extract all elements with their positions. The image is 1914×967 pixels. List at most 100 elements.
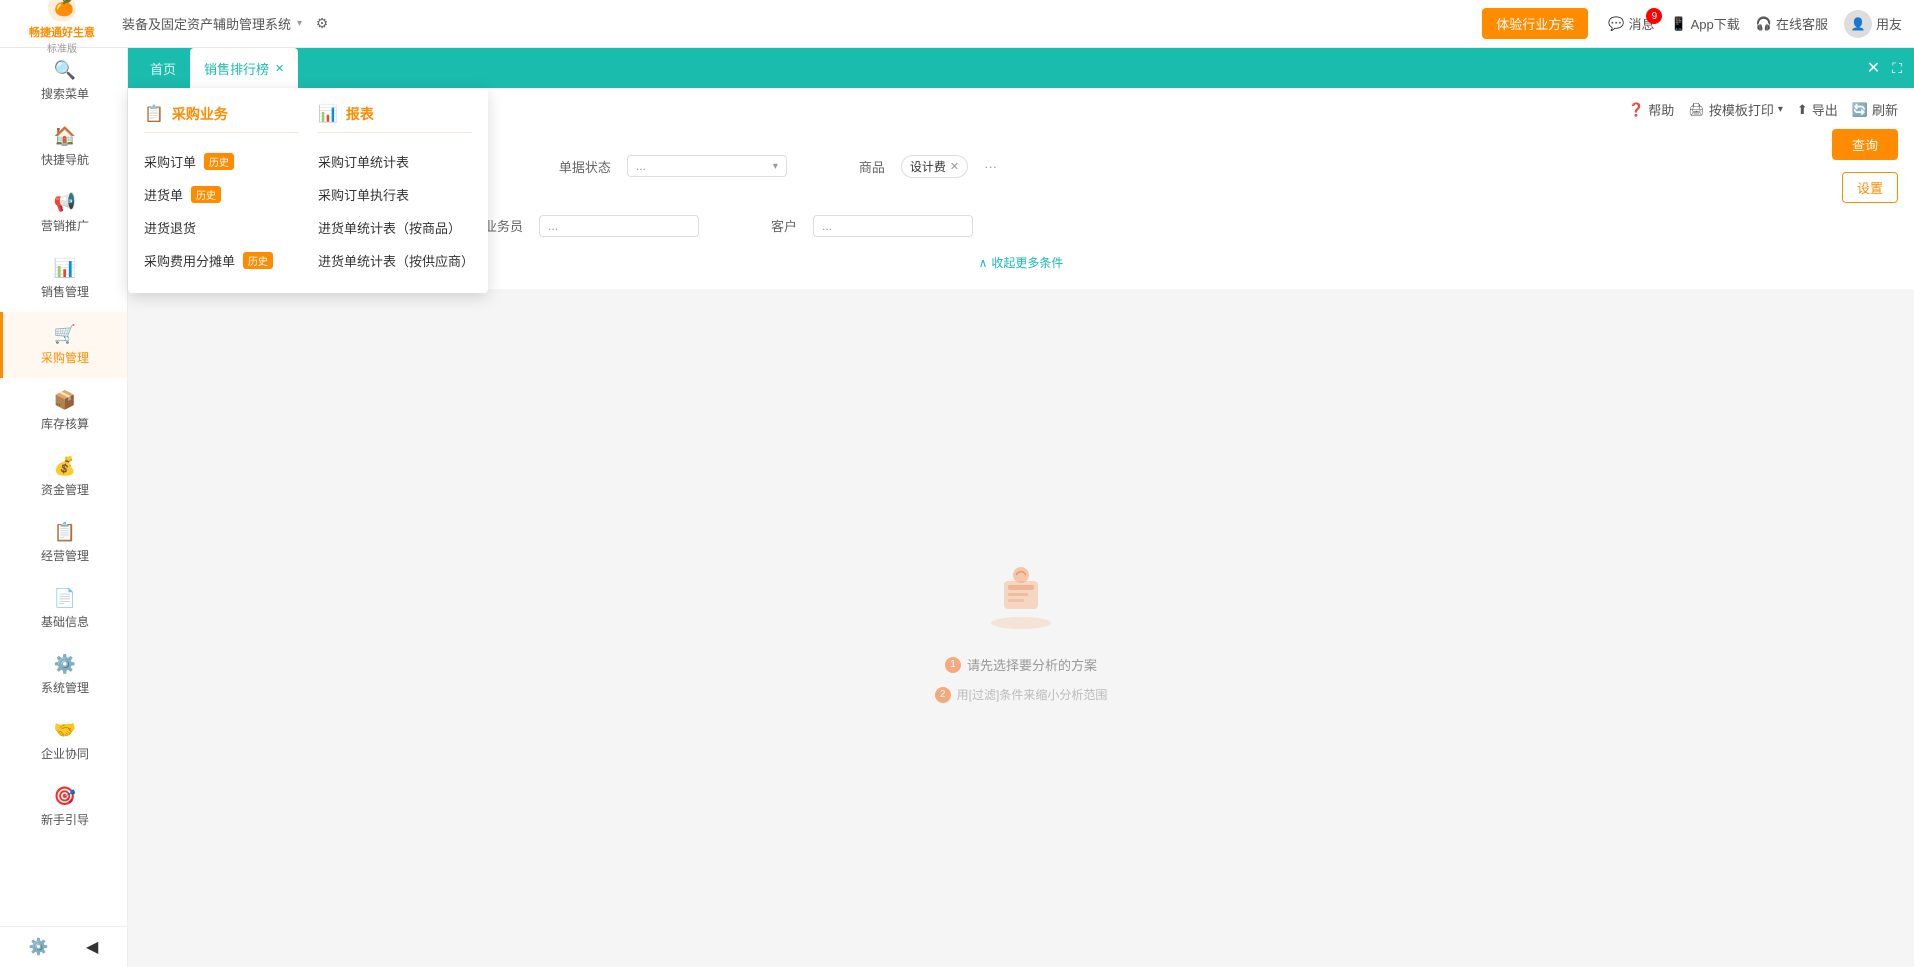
reports-title: 报表: [346, 104, 374, 124]
purchase-dropdown-menu: 📋 采购业务 采购订单 历史 进货单 历史 进货退货 采购费用分摊单 历史 📊: [128, 88, 488, 293]
system-icon: ⚙️: [54, 654, 76, 675]
top-bar: 🍊 畅捷通好生意 标准版 装备及固定资产辅助管理系统 ▾ ⚙ 体验行业方案 💬 …: [0, 0, 1914, 48]
sidebar-item-marketing[interactable]: 📢 营销推广: [0, 180, 127, 246]
collapse-label: 收起更多条件: [991, 254, 1063, 271]
tab-bar-close-btn[interactable]: ✕: [1859, 58, 1888, 78]
sidebar-label-search: 搜索菜单: [41, 85, 89, 102]
tab-sales-rank[interactable]: 销售排行榜 ✕: [190, 48, 298, 88]
sidebar-item-sales[interactable]: 📊 销售管理: [0, 246, 127, 312]
system-title-dropdown[interactable]: ▾: [297, 18, 302, 29]
sidebar-label-inventory: 库存核算: [41, 415, 89, 432]
inbound-return-label: 进货退货: [144, 218, 196, 237]
empty-tip1: 1 请先选择要分析的方案: [945, 655, 1097, 674]
sidebar-item-finance[interactable]: 💰 资金管理: [0, 444, 127, 510]
query-button[interactable]: 查询: [1832, 129, 1898, 160]
tip1-bullet: 1: [945, 657, 961, 673]
sidebar-label-basic-info: 基础信息: [41, 613, 89, 630]
menu-item-inbound-stats-by-supplier[interactable]: 进货单统计表（按供应商）: [318, 244, 472, 277]
purchase-fee-hist: 历史: [243, 252, 273, 269]
sidebar-label-sales: 销售管理: [41, 283, 89, 300]
operations-icon: 📋: [54, 522, 76, 543]
purchase-fee-label: 采购费用分摊单: [144, 251, 235, 270]
user-label: 用友: [1876, 14, 1902, 33]
goods-tag-value: 设计费: [910, 158, 946, 175]
sidebar-item-purchase[interactable]: 🛒 采购管理: [0, 312, 127, 378]
industry-btn[interactable]: 体验行业方案: [1482, 8, 1588, 39]
sales-icon: 📊: [54, 258, 76, 279]
sidebar-item-basic-info[interactable]: 📄 基础信息: [0, 576, 127, 642]
svg-text:🍊: 🍊: [54, 0, 75, 17]
tip1-text: 请先选择要分析的方案: [967, 655, 1097, 674]
sidebar-item-guide[interactable]: 🎯 新手引导: [0, 774, 127, 840]
goods-tag-close-icon[interactable]: ✕: [950, 160, 959, 173]
tab-bar-expand-btn[interactable]: ⛶: [1888, 60, 1906, 77]
app-download-btn[interactable]: 📱 App下载: [1670, 14, 1739, 33]
help-label: 帮助: [1648, 100, 1674, 119]
inbound-label: 进货单: [144, 185, 183, 204]
enterprise-icon: 🤝: [54, 720, 76, 741]
purchase-order-stats-label: 采购订单统计表: [318, 152, 409, 171]
sidebar-item-enterprise[interactable]: 🤝 企业协同: [0, 708, 127, 774]
app-download-label: App下载: [1691, 14, 1740, 33]
sidebar-label-finance: 资金管理: [41, 481, 89, 498]
message-badge: 9: [1646, 8, 1662, 24]
collapse-btn[interactable]: ∧ 收起更多条件: [973, 248, 1070, 277]
tab-close-icon[interactable]: ✕: [275, 62, 284, 75]
sidebar: 🔍 搜索菜单 🏠 快捷导航 📢 营销推广 📊 销售管理 🛒 采购管理 📦: [0, 48, 128, 967]
sidebar-item-search[interactable]: 🔍 搜索菜单: [0, 48, 127, 114]
print-label: 按模板打印: [1709, 100, 1774, 119]
goods-tag[interactable]: 设计费 ✕: [901, 155, 968, 178]
menu-item-inbound[interactable]: 进货单 历史: [144, 178, 298, 211]
purchase-icon: 🛒: [54, 324, 76, 345]
voucher-status-select[interactable]: ... ▾: [627, 155, 787, 177]
user-area[interactable]: 👤 用友: [1844, 10, 1902, 38]
inbound-stats-supplier-label: 进货单统计表（按供应商）: [318, 251, 472, 270]
help-btn[interactable]: ❓ 帮助: [1628, 100, 1674, 119]
headset-icon: 🎧: [1756, 16, 1772, 32]
online-service-btn[interactable]: 🎧 在线客服: [1756, 14, 1828, 33]
export-btn[interactable]: ⬆ 导出: [1797, 100, 1838, 119]
menu-item-purchase-order-stats[interactable]: 采购订单统计表: [318, 145, 472, 178]
system-settings-icon[interactable]: ⚙: [308, 10, 336, 38]
guide-icon: 🎯: [54, 786, 76, 807]
help-icon: ❓: [1628, 102, 1644, 118]
menu-item-inbound-stats-by-goods[interactable]: 进货单统计表（按商品）: [318, 211, 472, 244]
menu-item-inbound-return[interactable]: 进货退货: [144, 211, 298, 244]
search-icon: 🔍: [54, 60, 76, 81]
sidebar-label-enterprise: 企业协同: [41, 745, 89, 762]
message-btn[interactable]: 💬 消息 9: [1608, 14, 1654, 33]
sidebar-item-quick-nav[interactable]: 🏠 快捷导航: [0, 114, 127, 180]
logo-area: 🍊 畅捷通好生意 标准版: [12, 0, 112, 55]
sidebar-label-marketing: 营销推广: [41, 217, 89, 234]
online-service-label: 在线客服: [1776, 14, 1828, 33]
sidebar-collapse-icon[interactable]: ◀: [86, 937, 98, 957]
message-icon: 💬: [1608, 16, 1624, 32]
empty-illustration: [976, 553, 1066, 643]
print-btn[interactable]: 🖨 按模板打印 ▾: [1688, 100, 1783, 119]
voucher-status-placeholder: ...: [636, 159, 773, 173]
export-icon: ⬆: [1797, 102, 1808, 118]
basic-info-icon: 📄: [54, 588, 76, 609]
salesperson-select[interactable]: ...: [539, 215, 699, 237]
menu-item-purchase-order[interactable]: 采购订单 历史: [144, 145, 298, 178]
top-right-area: 💬 消息 9 📱 App下载 🎧 在线客服 👤 用友: [1608, 10, 1902, 38]
set-button[interactable]: 设置: [1842, 172, 1898, 203]
purchase-ops-icon: 📋: [144, 104, 164, 124]
reports-icon: 📊: [318, 104, 338, 124]
brand-name: 畅捷通好生意: [29, 24, 95, 40]
tab-home[interactable]: 首页: [136, 48, 190, 88]
sidebar-item-system[interactable]: ⚙️ 系统管理: [0, 642, 127, 708]
menu-item-purchase-order-exec[interactable]: 采购订单执行表: [318, 178, 472, 211]
sidebar-label-system: 系统管理: [41, 679, 89, 696]
sidebar-settings-icon[interactable]: ⚙️: [29, 937, 49, 957]
goods-more-dots[interactable]: ···: [984, 159, 997, 174]
user-avatar: 👤: [1844, 10, 1872, 38]
menu-item-purchase-fee[interactable]: 采购费用分摊单 历史: [144, 244, 298, 277]
marketing-icon: 📢: [54, 192, 76, 213]
system-title-text: 装备及固定资产辅助管理系统: [122, 14, 291, 33]
sidebar-item-inventory[interactable]: 📦 库存核算: [0, 378, 127, 444]
sidebar-item-operations[interactable]: 📋 经营管理: [0, 510, 127, 576]
refresh-btn[interactable]: 🔄 刷新: [1852, 100, 1898, 119]
customer-select[interactable]: ...: [813, 215, 973, 237]
empty-tip2: 2 用[过滤]条件来缩小分析范围: [935, 686, 1108, 703]
